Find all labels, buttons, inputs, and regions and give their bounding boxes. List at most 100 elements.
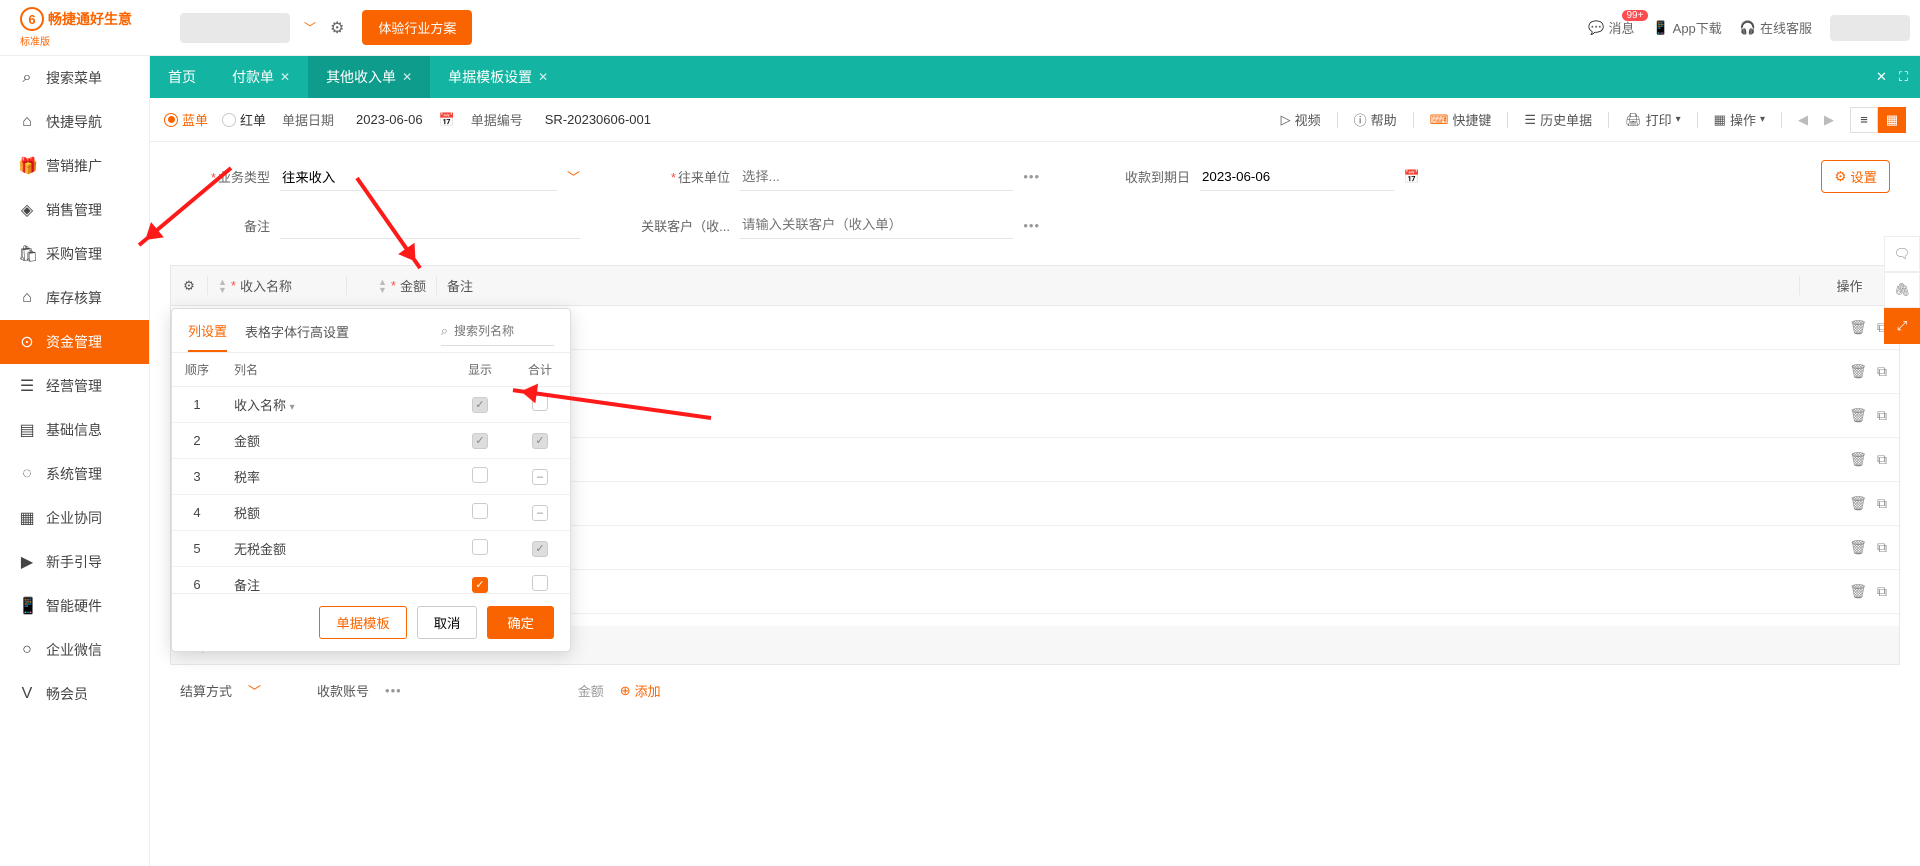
popup-tab-font[interactable]: 表格字体行高设置 — [245, 322, 349, 351]
sidebar-item[interactable]: ○企业微信 — [0, 628, 149, 672]
float-expand-button[interactable]: ⤢ — [1884, 308, 1920, 344]
view-list-button[interactable]: ≡ — [1850, 107, 1878, 133]
checkbox-icon[interactable] — [532, 575, 548, 591]
tab[interactable]: 单据模板设置 ✕ — [430, 56, 566, 98]
user-avatar-masked[interactable] — [1830, 15, 1910, 41]
sidebar-item[interactable]: ⌂库存核算 — [0, 276, 149, 320]
chevron-down-icon[interactable]: ﹀ — [567, 167, 580, 186]
view-card-button[interactable]: ▦ — [1878, 107, 1906, 133]
row-name: 备注 — [222, 567, 450, 594]
doc-date-value[interactable]: 2023-06-06 — [356, 112, 423, 127]
tab[interactable]: 其他收入单✕ — [308, 56, 430, 98]
chevron-down-icon[interactable]: ﹀ — [248, 681, 261, 700]
column-settings-button[interactable]: ⚙ — [171, 278, 207, 294]
gear-icon[interactable]: ⚙ — [330, 18, 344, 38]
tab[interactable]: 付款单✕ — [214, 56, 308, 98]
shortcut-button[interactable]: ⌨快捷键 — [1430, 110, 1492, 129]
more-icon[interactable]: ••• — [1023, 218, 1040, 233]
history-button[interactable]: ☰历史单据 — [1524, 110, 1592, 129]
prev-icon[interactable]: ◀ — [1798, 112, 1808, 128]
sidebar-item[interactable]: ▤基础信息 — [0, 408, 149, 452]
sidebar-item[interactable]: ▶新手引导 — [0, 540, 149, 584]
delete-icon[interactable]: 🗑 — [1849, 539, 1867, 556]
sidebar-item[interactable]: ⌕搜索菜单 — [0, 56, 149, 100]
delete-icon[interactable]: 🗑 — [1849, 407, 1867, 424]
org-dropdown-icon[interactable]: ﹀ — [304, 19, 316, 36]
delete-icon[interactable]: 🗑 — [1849, 451, 1867, 468]
checkbox-icon[interactable] — [472, 467, 488, 483]
delete-icon[interactable]: 🗑 — [1849, 583, 1867, 600]
popup-search-input[interactable] — [454, 324, 554, 338]
close-icon[interactable]: ✕ — [538, 70, 548, 84]
popup-template-button[interactable]: 单据模板 — [319, 606, 406, 639]
copy-icon[interactable]: ⧉ — [1877, 583, 1887, 600]
close-icon[interactable]: ✕ — [402, 70, 412, 84]
popup-row[interactable]: 6 备注 — [172, 567, 570, 594]
party-input[interactable] — [740, 163, 1013, 191]
more-icon[interactable]: ••• — [1023, 169, 1040, 184]
calendar-icon[interactable]: 📅 — [1404, 169, 1420, 185]
industry-plan-button[interactable]: 体验行业方案 — [362, 10, 472, 45]
duedate-input[interactable] — [1200, 163, 1394, 191]
sidebar-item[interactable]: 📱智能硬件 — [0, 584, 149, 628]
sidebar-item[interactable]: ◈销售管理 — [0, 188, 149, 232]
sidebar-item[interactable]: ⊙资金管理 — [0, 320, 149, 364]
settings-button[interactable]: ⚙ 设置 — [1821, 160, 1890, 193]
copy-icon[interactable]: ⧉ — [1877, 451, 1887, 468]
online-service-button[interactable]: 🎧 在线客服 — [1740, 18, 1812, 37]
online-service-label: 在线客服 — [1760, 18, 1812, 37]
copy-icon[interactable]: ⧉ — [1877, 539, 1887, 556]
radio-red[interactable]: 红单 — [222, 110, 266, 129]
copy-icon[interactable]: ⧉ — [1877, 363, 1887, 380]
help-button[interactable]: ⓘ帮助 — [1354, 110, 1397, 129]
popup-row[interactable]: 3 税率 — [172, 459, 570, 495]
sidebar-item[interactable]: ☰经营管理 — [0, 364, 149, 408]
sidebar-icon: V — [18, 685, 36, 703]
delete-icon[interactable]: 🗑 — [1849, 319, 1867, 336]
sidebar-item[interactable]: V畅会员 — [0, 672, 149, 716]
copy-icon[interactable]: ⧉ — [1877, 495, 1887, 512]
close-icon[interactable]: ✕ — [280, 70, 290, 84]
checkbox-icon[interactable] — [472, 539, 488, 555]
sidebar-item[interactable]: 🛍采购管理 — [0, 232, 149, 276]
checkbox-icon[interactable] — [472, 577, 488, 593]
next-icon[interactable]: ▶ — [1824, 112, 1834, 128]
col-amount[interactable]: ▲▼ *金额 — [347, 276, 437, 295]
org-selector-masked[interactable] — [180, 13, 290, 43]
popup-confirm-button[interactable]: 确定 — [487, 606, 554, 639]
popup-row[interactable]: 5 无税金额 — [172, 531, 570, 567]
delete-icon[interactable]: 🗑 — [1849, 363, 1867, 380]
tab-label: 单据模板设置 — [448, 67, 532, 87]
copy-icon[interactable]: ⧉ — [1877, 407, 1887, 424]
sidebar-item[interactable]: 🎁营销推广 — [0, 144, 149, 188]
float-attach-button[interactable]: 🖇 — [1884, 272, 1920, 308]
delete-icon[interactable]: 🗑 — [1849, 495, 1867, 512]
tab-close-all-icon[interactable]: ✕ — [1876, 69, 1887, 85]
tab-fullscreen-icon[interactable]: ⛶ — [1899, 69, 1908, 85]
relcust-input[interactable] — [740, 211, 1013, 239]
calendar-icon[interactable]: 📅 — [439, 112, 455, 128]
tab[interactable]: 首页 — [150, 56, 214, 98]
print-button[interactable]: 🖨打印▾ — [1625, 110, 1681, 129]
more-icon[interactable]: ••• — [385, 683, 402, 698]
popup-cancel-button[interactable]: 取消 — [417, 606, 478, 639]
remark-input[interactable] — [280, 211, 580, 239]
col-income-name[interactable]: ▲▼ *收入名称 — [207, 276, 347, 295]
sidebar-item[interactable]: ⌂快捷导航 — [0, 100, 149, 144]
chevron-down-icon[interactable]: ▾ — [290, 402, 295, 413]
popup-tab-columns[interactable]: 列设置 — [188, 321, 227, 352]
biztype-input[interactable] — [280, 163, 557, 191]
app-download-button[interactable]: 📱 App下载 — [1652, 18, 1721, 37]
float-note-button[interactable]: 🗨 — [1884, 236, 1920, 272]
sidebar-item[interactable]: ◌系统管理 — [0, 452, 149, 496]
col-remark[interactable]: 备注 — [437, 276, 1799, 295]
checkbox-icon[interactable] — [472, 503, 488, 519]
popup-row[interactable]: 2 金额 — [172, 423, 570, 459]
settle-add-button[interactable]: ⊕ 添加 — [620, 681, 661, 700]
sidebar-item[interactable]: ▦企业协同 — [0, 496, 149, 540]
popup-row[interactable]: 4 税额 — [172, 495, 570, 531]
ops-button[interactable]: ▦操作▾ — [1714, 110, 1765, 129]
radio-blue[interactable]: 蓝单 — [164, 110, 208, 129]
messages-button[interactable]: 💬 消息 99+ — [1588, 18, 1634, 37]
video-button[interactable]: ▷视频 — [1281, 110, 1321, 129]
